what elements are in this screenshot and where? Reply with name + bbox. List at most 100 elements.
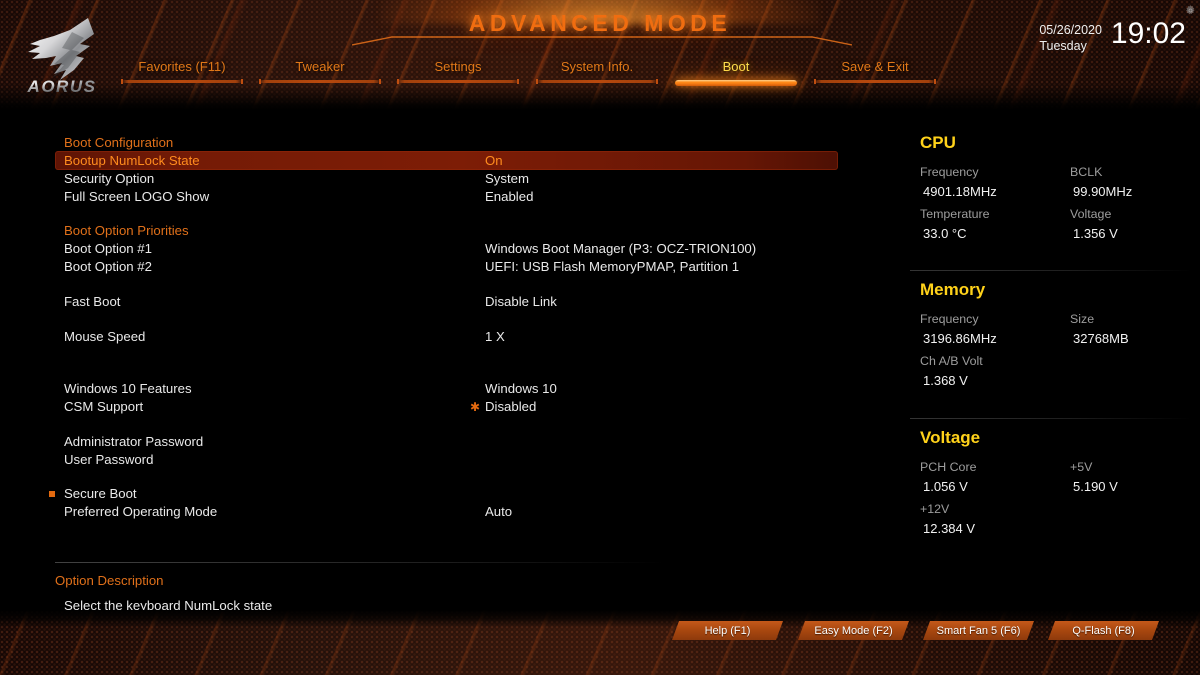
- panel-voltage-metrics: PCH Core 1.056 V +5V 5.190 V +12V 12.384…: [920, 457, 1190, 539]
- metric-voltage-5v: +5V 5.190 V: [1070, 457, 1190, 497]
- tab-settings-underline: [397, 79, 519, 84]
- metric-value: 12.384 V: [923, 521, 976, 536]
- metric-value: 5.190 V: [1073, 479, 1118, 494]
- metric-memory-frequency: Frequency 3196.86MHz: [920, 309, 1070, 349]
- setting-row-fast-boot[interactable]: Fast Boot Disable Link: [0, 292, 880, 311]
- metric-value: 4901.18MHz: [923, 184, 997, 199]
- tab-system-info-underline: [536, 79, 658, 84]
- tab-favorites-underline: [121, 79, 243, 84]
- metric-value: 1.356 V: [1073, 226, 1118, 241]
- q-flash-button-label: Q-Flash (F8): [1072, 624, 1135, 637]
- tab-save-exit[interactable]: Save & Exit: [814, 56, 936, 90]
- setting-label: Bootup NumLock State: [64, 153, 200, 168]
- tab-boot[interactable]: Boot: [675, 56, 797, 90]
- metric-label: Temperature: [920, 207, 990, 221]
- option-description-header: Option Description: [55, 573, 164, 588]
- panel-voltage: Voltage PCH Core 1.056 V +5V 5.190 V +12…: [920, 428, 1190, 539]
- metric-cpu-voltage: Voltage 1.356 V: [1070, 204, 1190, 244]
- setting-row-mouse-speed[interactable]: Mouse Speed 1 X: [0, 327, 880, 346]
- tab-tweaker-underline: [259, 79, 381, 84]
- tab-tweaker-label: Tweaker: [295, 59, 345, 74]
- metric-label: Frequency: [920, 312, 979, 326]
- section-boot-configuration: Boot Configuration: [0, 133, 880, 152]
- setting-label: Secure Boot: [64, 486, 137, 501]
- tab-favorites[interactable]: Favorites (F11): [121, 56, 243, 90]
- clock-date-block: 05/26/2020 Tuesday: [1039, 18, 1102, 54]
- sidebar-divider-memory-voltage: [910, 418, 1192, 419]
- panel-cpu: CPU Frequency 4901.18MHz BCLK 99.90MHz T…: [920, 133, 1190, 244]
- tab-save-exit-underline: [814, 79, 936, 84]
- panel-cpu-title: CPU: [920, 133, 956, 152]
- tab-settings-label: Settings: [434, 59, 482, 74]
- tab-system-info[interactable]: System Info.: [536, 56, 658, 90]
- option-description-divider: [55, 562, 665, 563]
- metric-label: +12V: [920, 502, 950, 516]
- metric-cpu-temperature: Temperature 33.0 °C: [920, 204, 1070, 244]
- tab-tweaker[interactable]: Tweaker: [259, 56, 381, 90]
- smart-fan-button-label: Smart Fan 5 (F6): [936, 624, 1021, 637]
- metric-cpu-frequency: Frequency 4901.18MHz: [920, 162, 1070, 202]
- metric-memory-size: Size 32768MB: [1070, 309, 1190, 349]
- setting-row-secure-boot[interactable]: Secure Boot: [0, 484, 880, 503]
- help-button[interactable]: Help (F1): [672, 621, 783, 640]
- option-description-panel: Option Description Select the keyboard N…: [55, 562, 665, 613]
- setting-label: Security Option: [64, 171, 155, 186]
- tab-boot-underline: [675, 80, 797, 86]
- setting-row-csm-support[interactable]: CSM Support ✱ Disabled: [0, 397, 880, 416]
- metric-value: 3196.86MHz: [923, 331, 997, 346]
- setting-label: Boot Option #1: [64, 241, 152, 256]
- help-button-label: Help (F1): [704, 624, 751, 637]
- clock-weekday: Tuesday: [1039, 39, 1087, 53]
- setting-value: Windows 10: [485, 381, 557, 396]
- metric-label: Size: [1070, 312, 1095, 326]
- tab-favorites-label: Favorites (F11): [138, 59, 226, 74]
- clock-date: 05/26/2020: [1039, 23, 1102, 37]
- sidebar-divider-cpu-memory: [910, 270, 1192, 271]
- easy-mode-button[interactable]: Easy Mode (F2): [798, 621, 909, 640]
- smart-fan-button[interactable]: Smart Fan 5 (F6): [923, 621, 1034, 640]
- setting-label: Full Screen LOGO Show: [64, 189, 210, 204]
- modified-star-icon: ✱: [470, 399, 481, 414]
- submenu-square-icon: [49, 490, 55, 497]
- settings-list: Boot Configuration Bootup NumLock State …: [0, 110, 880, 565]
- tab-settings[interactable]: Settings: [397, 56, 519, 90]
- tab-system-info-label: System Info.: [560, 59, 634, 74]
- setting-row-bootup-numlock-state[interactable]: Bootup NumLock State On: [55, 151, 838, 170]
- setting-row-boot-option-2[interactable]: Boot Option #2 UEFI: USB Flash MemoryPMA…: [0, 257, 880, 276]
- panel-voltage-title: Voltage: [920, 428, 981, 447]
- footer-bar: Help (F1) Easy Mode (F2) Smart Fan 5 (F6…: [0, 610, 1200, 675]
- setting-label: User Password: [64, 452, 154, 467]
- setting-row-preferred-operating-mode[interactable]: Preferred Operating Mode Auto: [0, 502, 880, 521]
- setting-row-user-password[interactable]: User Password: [0, 450, 880, 469]
- panel-cpu-metrics: Frequency 4901.18MHz BCLK 99.90MHz Tempe…: [920, 162, 1190, 244]
- clock-time: 19:02: [1110, 17, 1186, 50]
- section-boot-option-priorities: Boot Option Priorities: [0, 221, 880, 240]
- tab-save-exit-label: Save & Exit: [841, 59, 909, 74]
- setting-row-security-option[interactable]: Security Option System: [0, 169, 880, 188]
- setting-value: Disable Link: [485, 294, 557, 309]
- q-flash-button[interactable]: Q-Flash (F8): [1048, 621, 1159, 640]
- setting-label: Fast Boot: [64, 294, 121, 309]
- section-label: Boot Option Priorities: [64, 223, 189, 238]
- tab-boot-label: Boot: [722, 59, 750, 74]
- metric-voltage-pch-core: PCH Core 1.056 V: [920, 457, 1070, 497]
- metric-label: Frequency: [920, 165, 979, 179]
- setting-value: Windows Boot Manager (P3: OCZ-TRION100): [485, 241, 757, 256]
- gear-icon[interactable]: [1184, 4, 1197, 17]
- bios-screen: AORUS ADVANCED MODE 05/26/2020 Tuesday 1…: [0, 0, 1200, 675]
- setting-value: 1 X: [485, 329, 505, 344]
- easy-mode-button-label: Easy Mode (F2): [814, 624, 893, 637]
- setting-label: Windows 10 Features: [64, 381, 192, 396]
- setting-value: System: [485, 171, 529, 186]
- metric-label: Voltage: [1070, 207, 1112, 221]
- section-label: Boot Configuration: [64, 135, 174, 150]
- metric-value: 1.056 V: [923, 479, 968, 494]
- panel-memory: Memory Frequency 3196.86MHz Size 32768MB…: [920, 280, 1190, 391]
- setting-row-administrator-password[interactable]: Administrator Password: [0, 432, 880, 451]
- metric-value: 32768MB: [1073, 331, 1129, 346]
- setting-row-full-screen-logo-show[interactable]: Full Screen LOGO Show Enabled: [0, 187, 880, 206]
- main-content: Boot Configuration Bootup NumLock State …: [0, 110, 1200, 613]
- metric-label: PCH Core: [920, 460, 977, 474]
- setting-row-windows-10-features[interactable]: Windows 10 Features Windows 10: [0, 379, 880, 398]
- setting-row-boot-option-1[interactable]: Boot Option #1 Windows Boot Manager (P3:…: [0, 239, 880, 258]
